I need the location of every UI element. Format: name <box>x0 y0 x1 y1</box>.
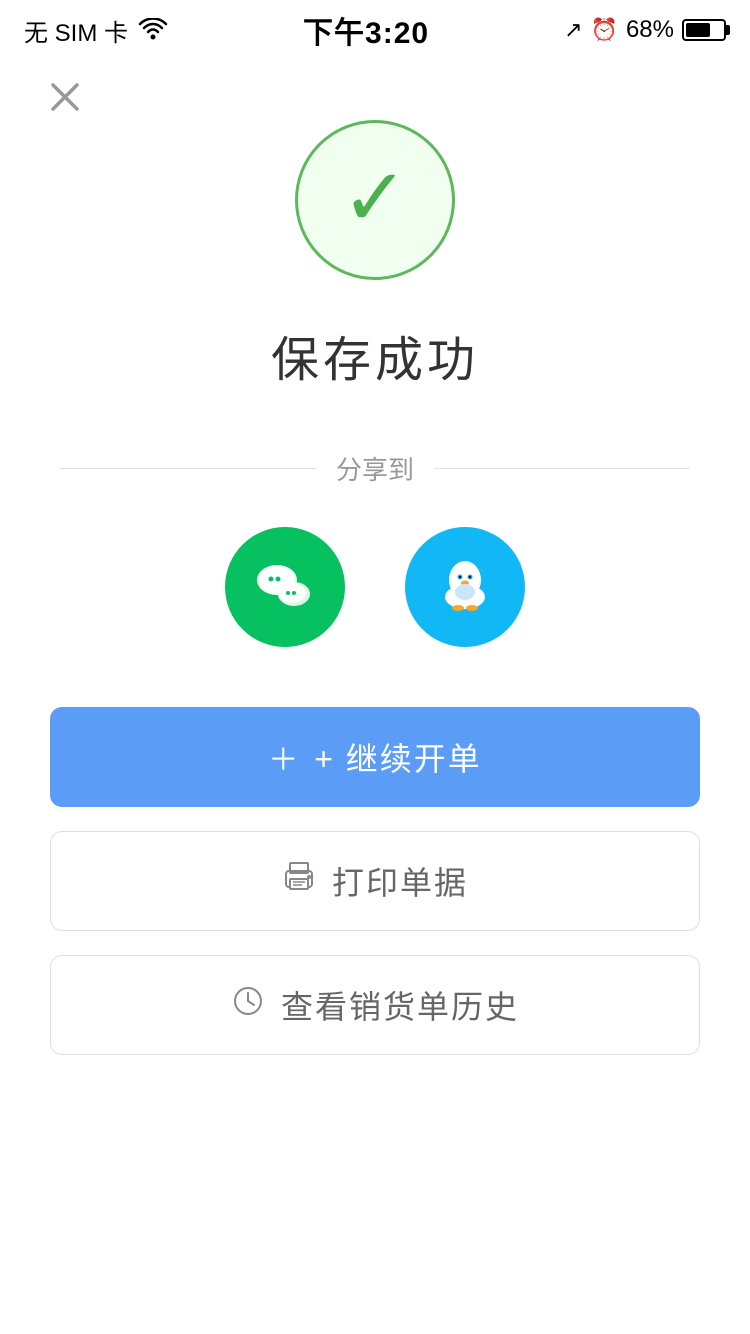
share-label: 分享到 <box>316 450 434 487</box>
history-icon <box>231 984 265 1026</box>
print-label: 打印单据 <box>332 858 468 904</box>
wechat-icon <box>250 552 320 622</box>
divider-right <box>434 468 690 469</box>
status-left: 无 SIM 卡 <box>24 13 168 48</box>
wechat-share-button[interactable] <box>225 527 345 647</box>
success-title: 保存成功 <box>271 320 479 390</box>
action-buttons: ＋ + 继续开单 打印单据 <box>0 707 750 1055</box>
print-icon <box>282 861 316 901</box>
close-button[interactable] <box>40 72 90 122</box>
history-button[interactable]: 查看销货单历史 <box>50 955 700 1055</box>
qq-icon <box>430 552 500 622</box>
divider-left <box>60 468 316 469</box>
alarm-icon: ⏰ <box>591 17 618 43</box>
status-time: 下午3:20 <box>303 8 429 52</box>
continue-button[interactable]: ＋ + 继续开单 <box>50 707 700 807</box>
share-divider: 分享到 <box>0 450 750 487</box>
status-bar: 无 SIM 卡 下午3:20 ↗ ⏰ 68% <box>0 0 750 60</box>
share-icons-container <box>225 527 525 647</box>
print-button[interactable]: 打印单据 <box>50 831 700 931</box>
battery-icon <box>682 19 726 41</box>
qq-share-button[interactable] <box>405 527 525 647</box>
status-right: ↗ ⏰ 68% <box>564 16 726 44</box>
continue-label: + 继续开单 <box>314 734 482 780</box>
main-content: ✓ 保存成功 分享到 <box>0 60 750 1055</box>
plus-icon: ＋ <box>268 735 298 779</box>
history-label: 查看销货单历史 <box>281 982 519 1028</box>
share-section: 分享到 <box>0 450 750 647</box>
no-sim-label: 无 SIM 卡 <box>24 13 128 48</box>
checkmark-icon: ✓ <box>341 158 408 238</box>
gps-icon: ↗ <box>564 17 582 43</box>
close-icon <box>47 79 83 115</box>
wifi-icon <box>138 18 168 42</box>
success-icon-circle: ✓ <box>295 120 455 280</box>
battery-percent: 68% <box>626 16 674 44</box>
